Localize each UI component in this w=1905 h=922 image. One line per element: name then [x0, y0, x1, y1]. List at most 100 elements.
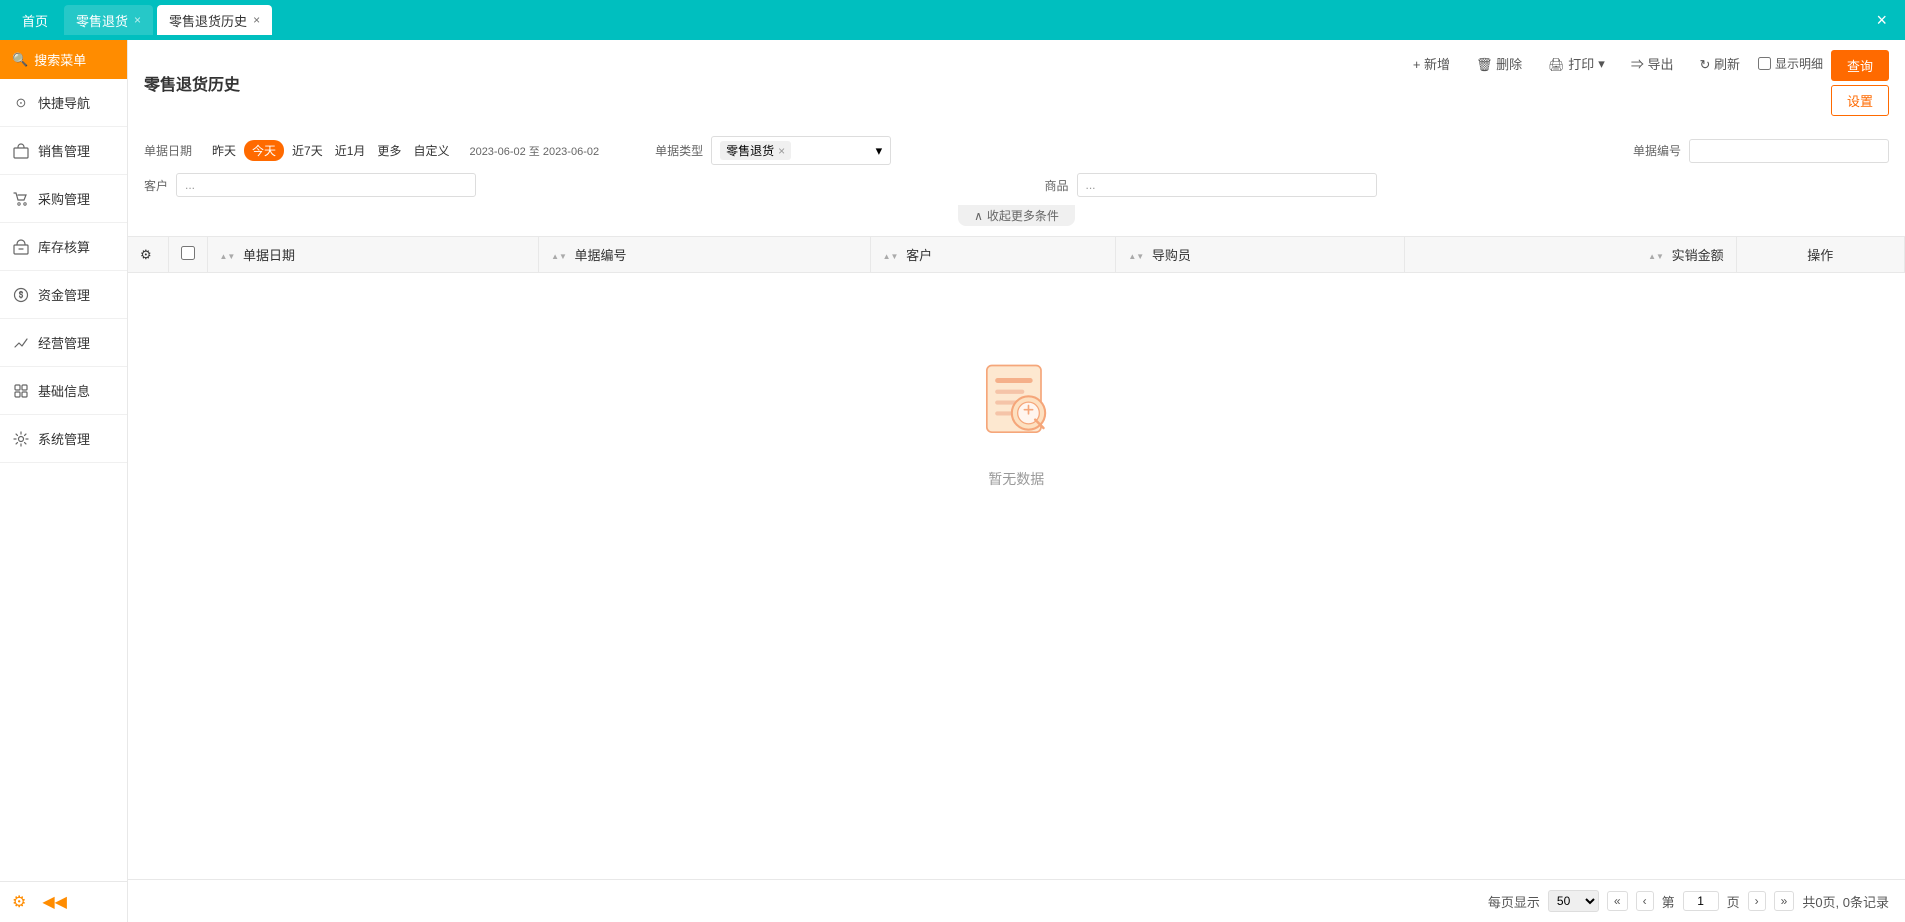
collapse-button[interactable]: ∧ 收起更多条件 — [958, 205, 1075, 226]
tab-retail-return-label: 零售退货 — [76, 11, 128, 30]
doctype-arrow-icon: ▾ — [876, 143, 883, 159]
select-all-checkbox[interactable] — [181, 246, 195, 260]
tab-retail-return-history[interactable]: 零售退货历史 × — [157, 5, 272, 35]
col-docno-label: 单据编号 — [575, 248, 627, 263]
finance-icon — [12, 286, 30, 304]
col-settings[interactable]: ⚙ — [128, 237, 168, 273]
tab-retail-return-history-close[interactable]: × — [253, 13, 260, 27]
sidebar-bottom: ⚙ ◀◀ — [0, 881, 127, 922]
sidebar-item-sales[interactable]: 销售管理 — [0, 127, 127, 175]
docno-filter-group: 单据编号 — [1633, 139, 1889, 163]
col-amount-label: 实销金额 — [1672, 248, 1724, 263]
goods-select[interactable]: ... — [1077, 173, 1377, 197]
col-date-label: 单据日期 — [243, 248, 295, 263]
date-opt-1month[interactable]: 近1月 — [331, 140, 370, 161]
page-size-label: 每页显示 — [1488, 892, 1540, 911]
date-options: 昨天 今天 近7天 近1月 更多 自定义 — [208, 140, 453, 161]
print-label: 🖨 打印 — [1548, 54, 1594, 73]
docno-label: 单据编号 — [1633, 142, 1681, 159]
page-input[interactable] — [1683, 891, 1719, 911]
doctype-tag-close[interactable]: × — [778, 144, 785, 158]
display-checkbox[interactable] — [1758, 57, 1771, 70]
sound-icon[interactable]: ◀◀ — [42, 892, 67, 912]
window-close-button[interactable]: × — [1868, 10, 1895, 31]
customer-select[interactable]: ... — [176, 173, 476, 197]
tab-retail-return-history-label: 零售退货历史 — [169, 11, 247, 30]
next-page-button[interactable]: › — [1748, 891, 1766, 911]
purchase-icon — [12, 190, 30, 208]
sort-date-icon: ▲▼ — [220, 252, 236, 261]
empty-text: 暂无数据 — [988, 469, 1044, 489]
empty-state: 暂无数据 — [128, 273, 1905, 569]
display-label: 显示明细 — [1775, 55, 1823, 72]
col-docno[interactable]: ▲▼ 单据编号 — [539, 237, 871, 273]
sidebar-item-basic[interactable]: 基础信息 — [0, 367, 127, 415]
date-opt-custom[interactable]: 自定义 — [409, 140, 453, 161]
customer-label: 客户 — [144, 177, 168, 194]
col-customer[interactable]: ▲▼ 客户 — [870, 237, 1116, 273]
sidebar-label-inventory: 库存核算 — [38, 237, 90, 256]
display-toggle[interactable]: 显示明细 — [1758, 55, 1823, 72]
settings-icon[interactable]: ⚙ — [12, 892, 26, 912]
inventory-icon — [12, 238, 30, 256]
sidebar-item-inventory[interactable]: 库存核算 — [0, 223, 127, 271]
sidebar-label-operation: 经营管理 — [38, 333, 90, 352]
col-action: 操作 — [1736, 237, 1904, 273]
doctype-filter-group: 单据类型 零售退货 × ▾ — [655, 136, 1577, 165]
basic-icon — [12, 382, 30, 400]
export-button[interactable]: ⇒ 导出 — [1623, 50, 1682, 77]
print-arrow-icon: ▾ — [1598, 56, 1605, 72]
prev-page-button[interactable]: ‹ — [1636, 891, 1654, 911]
tab-home[interactable]: 首页 — [10, 7, 60, 34]
sidebar-label-quick-nav: 快捷导航 — [38, 93, 90, 112]
top-bar: 首页 零售退货 × 零售退货历史 × × — [0, 0, 1905, 40]
collapse-label: 收起更多条件 — [987, 207, 1059, 224]
page-unit: 页 — [1727, 892, 1740, 911]
sidebar-label-finance: 资金管理 — [38, 285, 90, 304]
sidebar-item-operation[interactable]: 经营管理 — [0, 319, 127, 367]
last-page-button[interactable]: » — [1774, 891, 1795, 911]
query-button[interactable]: 查询 — [1831, 50, 1889, 81]
doctype-label: 单据类型 — [655, 142, 703, 159]
date-opt-more[interactable]: 更多 — [373, 140, 405, 161]
col-date[interactable]: ▲▼ 单据日期 — [207, 237, 539, 273]
settings-col-icon[interactable]: ⚙ — [140, 247, 152, 262]
tab-retail-return[interactable]: 零售退货 × — [64, 5, 153, 35]
pagination-bar: 每页显示 50 10 20 100 « ‹ 第 页 › » 共0页, 0条记录 — [128, 879, 1905, 922]
col-action-label: 操作 — [1807, 248, 1833, 263]
date-opt-7days[interactable]: 近7天 — [288, 140, 327, 161]
tab-retail-return-close[interactable]: × — [134, 13, 141, 27]
sidebar-label-sales: 销售管理 — [38, 141, 90, 160]
sidebar: 🔍 搜索菜单 ⊙ 快捷导航 销售管理 采购管理 库存核算 — [0, 40, 128, 922]
collapse-bar: ∧ 收起更多条件 — [144, 205, 1889, 226]
sidebar-search[interactable]: 🔍 搜索菜单 — [0, 40, 127, 79]
col-check[interactable] — [168, 237, 207, 273]
first-page-button[interactable]: « — [1607, 891, 1628, 911]
sidebar-item-purchase[interactable]: 采购管理 — [0, 175, 127, 223]
system-icon — [12, 430, 30, 448]
sidebar-item-system[interactable]: 系统管理 — [0, 415, 127, 463]
date-opt-today[interactable]: 今天 — [244, 140, 284, 161]
operation-icon — [12, 334, 30, 352]
col-amount[interactable]: ▲▼ 实销金额 — [1405, 237, 1737, 273]
sort-guide-icon: ▲▼ — [1128, 252, 1144, 261]
sidebar-item-finance[interactable]: 资金管理 — [0, 271, 127, 319]
doctype-select[interactable]: 零售退货 × ▾ — [711, 136, 891, 165]
doctype-value: 零售退货 — [726, 142, 774, 159]
col-guide[interactable]: ▲▼ 导购员 — [1116, 237, 1405, 273]
print-button[interactable]: 🖨 打印 ▾ — [1540, 50, 1613, 77]
total-text: 共0页, 0条记录 — [1802, 892, 1889, 911]
page-header: 零售退货历史 + 新增 🗑 删除 🖨 打印 ▾ ⇒ 导出 ↻ 刷新 — [128, 40, 1905, 237]
sidebar-label-basic: 基础信息 — [38, 381, 90, 400]
filter-area: 单据日期 昨天 今天 近7天 近1月 更多 自定义 2023-06-02 至 2… — [144, 126, 1889, 236]
date-range-value: 2023-06-02 至 2023-06-02 — [469, 143, 599, 159]
delete-button[interactable]: 🗑 删除 — [1468, 50, 1530, 77]
docno-input[interactable] — [1689, 139, 1889, 163]
action-buttons: 查询 设置 — [1831, 50, 1889, 116]
new-button[interactable]: + 新增 — [1405, 50, 1458, 77]
sidebar-item-quick-nav[interactable]: ⊙ 快捷导航 — [0, 79, 127, 127]
page-size-select[interactable]: 50 10 20 100 — [1548, 890, 1599, 912]
date-opt-yesterday[interactable]: 昨天 — [208, 140, 240, 161]
refresh-button[interactable]: ↻ 刷新 — [1691, 50, 1748, 77]
setting-button[interactable]: 设置 — [1831, 85, 1889, 116]
